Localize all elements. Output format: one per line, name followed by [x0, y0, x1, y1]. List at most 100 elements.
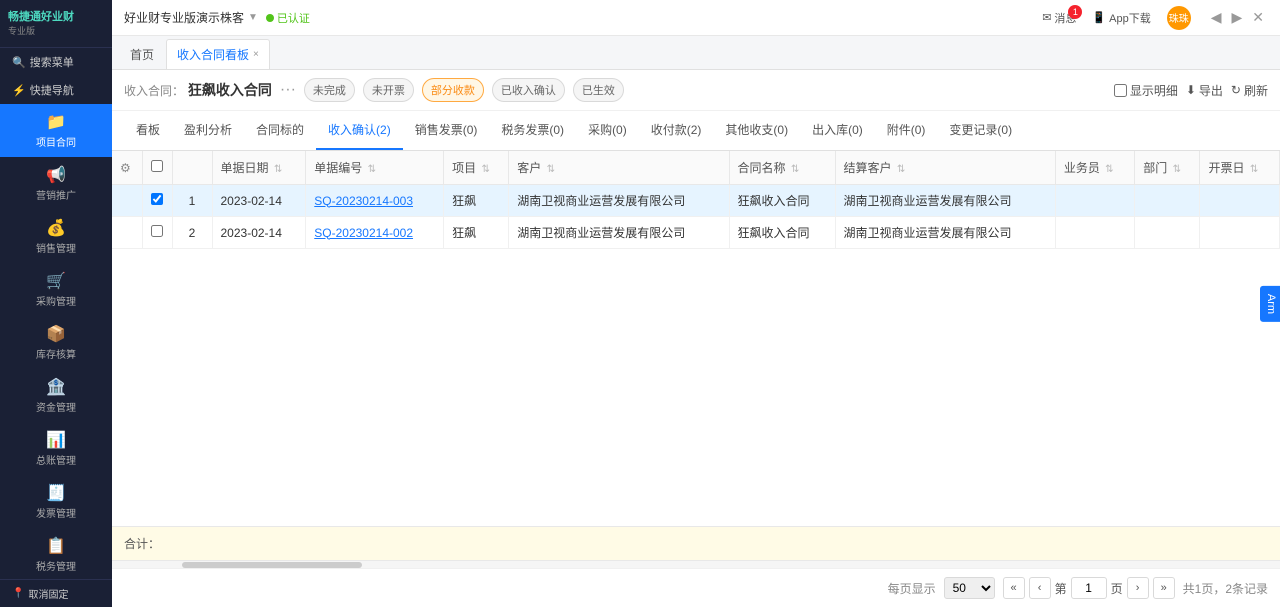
message-button[interactable]: ✉ 消息 1 — [1042, 10, 1076, 26]
sidebar-item-project[interactable]: 📁 项目合同 — [0, 104, 112, 157]
status-unopened[interactable]: 未开票 — [363, 78, 414, 102]
row2-billno[interactable]: SQ-20230214-002 — [306, 217, 444, 249]
sub-tab-dashboard-label: 看板 — [136, 123, 160, 137]
sidebar-item-marketing[interactable]: 📢 营销推广 — [0, 157, 112, 210]
sidebar-item-quicknav[interactable]: ⚡ 快捷导航 — [0, 76, 112, 104]
row1-checkbox-input[interactable] — [151, 193, 163, 205]
contract-header: 收入合同： 狂飙收入合同 ··· 未完成 未开票 部分收款 已收入确认 已生效 … — [112, 70, 1280, 111]
sub-tab-payment[interactable]: 收付款(2) — [639, 111, 714, 150]
sidebar-search-label: 搜索菜单 — [30, 54, 74, 70]
topbar-right: ✉ 消息 1 📱 App下载 珠珠 ◀ ▶ ✕ — [1042, 6, 1268, 30]
project-sort-icon[interactable]: ⇅ — [481, 164, 489, 175]
nav-next-arrow[interactable]: ▶ — [1227, 7, 1246, 28]
col-billno-header: 单据编号 ⇅ — [306, 151, 444, 185]
page-number-input[interactable] — [1071, 577, 1107, 599]
sidebar-item-search[interactable]: 🔍 搜索菜单 — [0, 48, 112, 76]
more-button[interactable]: ··· — [280, 81, 296, 99]
first-page-button[interactable]: « — [1003, 577, 1025, 599]
export-button[interactable]: ⬇ 导出 — [1186, 82, 1223, 99]
sidebar-item-sales[interactable]: 💰 销售管理 — [0, 210, 112, 263]
page-size-select[interactable]: 50 20 100 — [944, 577, 995, 599]
header-right-actions: 显示明细 ⬇ 导出 ↻ 刷新 — [1114, 82, 1268, 99]
table-settings-icon[interactable]: ⚙ — [120, 161, 131, 175]
status-partial[interactable]: 部分收款 — [422, 78, 484, 102]
per-page-label: 每页显示 — [888, 580, 936, 597]
last-page-button[interactable]: » — [1153, 577, 1175, 599]
salesperson-sort-icon[interactable]: ⇅ — [1105, 164, 1113, 175]
status-confirmed[interactable]: 已收入确认 — [492, 78, 565, 102]
sidebar-item-purchase[interactable]: 🛒 采购管理 — [0, 263, 112, 316]
tabs-bar: 首页 收入合同看板 × — [112, 36, 1280, 70]
sub-tab-standards[interactable]: 合同标的 — [244, 111, 316, 150]
table-container: ⚙ 单据日期 ⇅ 单据编号 ⇅ — [112, 151, 1280, 526]
sidebar-item-invoice[interactable]: 🧾 发票管理 — [0, 475, 112, 528]
marketing-icon: 📢 — [46, 165, 66, 185]
sidebar-tax-label: 税务管理 — [36, 558, 76, 573]
date-sort-icon[interactable]: ⇅ — [274, 164, 282, 175]
nav-prev-arrow[interactable]: ◀ — [1207, 7, 1226, 28]
opendate-sort-icon[interactable]: ⇅ — [1250, 164, 1258, 175]
select-all-checkbox[interactable] — [151, 160, 163, 172]
nav-arrows: ◀ ▶ ✕ — [1207, 7, 1268, 28]
user-avatar[interactable]: 珠珠 — [1167, 6, 1191, 30]
status-effective[interactable]: 已生效 — [573, 78, 624, 102]
detail-checkbox-input[interactable] — [1114, 84, 1127, 97]
settlement-sort-icon[interactable]: ⇅ — [897, 164, 905, 175]
close-window-button[interactable]: ✕ — [1248, 7, 1268, 28]
tab-income-contract[interactable]: 收入合同看板 × — [166, 39, 270, 69]
tab-close-button[interactable]: × — [253, 49, 259, 60]
app-download-button[interactable]: 📱 App下载 — [1092, 10, 1150, 26]
right-panel-button[interactable]: Arm — [1260, 285, 1280, 321]
sub-tab-attachment[interactable]: 附件(0) — [875, 111, 938, 150]
sub-tab-tax-invoice[interactable]: 税务发票(0) — [489, 111, 576, 150]
sidebar-purchase-label: 采购管理 — [36, 293, 76, 308]
table-row[interactable]: 1 2023-02-14 SQ-20230214-003 狂飙 湖南卫视商业运营 — [112, 185, 1280, 217]
sidebar-item-tax[interactable]: 📋 税务管理 — [0, 528, 112, 579]
row1-checkbox[interactable] — [142, 185, 172, 217]
dept-sort-icon[interactable]: ⇅ — [1173, 164, 1181, 175]
tab-home[interactable]: 首页 — [120, 40, 164, 69]
sub-tab-purchase-label: 采购(0) — [588, 123, 627, 137]
sub-tab-profit[interactable]: 盈利分析 — [172, 111, 244, 150]
row2-checkbox[interactable] — [142, 217, 172, 249]
sidebar-pin-toggle[interactable]: 📍 取消固定 — [0, 579, 112, 607]
sub-tab-purchase[interactable]: 采购(0) — [576, 111, 639, 150]
sub-tab-warehouse[interactable]: 出入库(0) — [800, 111, 875, 150]
col-settings-header: ⚙ — [112, 151, 142, 185]
next-page-button[interactable]: › — [1127, 577, 1149, 599]
prev-page-button[interactable]: ‹ — [1029, 577, 1051, 599]
row2-billno-link[interactable]: SQ-20230214-002 — [314, 226, 413, 240]
sub-tab-warehouse-label: 出入库(0) — [812, 123, 863, 137]
sidebar-item-inventory[interactable]: 📦 库存核算 — [0, 316, 112, 369]
contract-title: 收入合同： 狂飙收入合同 — [124, 80, 272, 100]
contract-sort-icon[interactable]: ⇅ — [791, 164, 799, 175]
sales-icon: 💰 — [46, 218, 66, 238]
company-selector[interactable]: 好业财专业版演示株客 ▼ — [124, 9, 258, 26]
refresh-button[interactable]: ↻ 刷新 — [1231, 82, 1268, 99]
billno-sort-icon[interactable]: ⇅ — [368, 164, 376, 175]
table-row[interactable]: 2 2023-02-14 SQ-20230214-002 狂飙 湖南卫视商业运营 — [112, 217, 1280, 249]
page-nav: « ‹ 第 页 › » — [1003, 577, 1175, 599]
download-icon: 📱 — [1092, 11, 1106, 24]
sidebar-item-fund[interactable]: 🏦 资金管理 — [0, 369, 112, 422]
col-date-header: 单据日期 ⇅ — [212, 151, 306, 185]
row1-billno[interactable]: SQ-20230214-003 — [306, 185, 444, 217]
sidebar-item-general[interactable]: 📊 总账管理 — [0, 422, 112, 475]
table-header: ⚙ 单据日期 ⇅ 单据编号 ⇅ — [112, 151, 1280, 185]
sub-tab-sales-invoice[interactable]: 销售发票(0) — [403, 111, 490, 150]
horizontal-scrollbar[interactable] — [112, 560, 1280, 568]
row1-billno-link[interactable]: SQ-20230214-003 — [314, 194, 413, 208]
table-body: 1 2023-02-14 SQ-20230214-003 狂飙 湖南卫视商业运营 — [112, 185, 1280, 249]
sub-tab-tax-invoice-label: 税务发票(0) — [501, 123, 564, 137]
col-customer-header: 客户 ⇅ — [509, 151, 729, 185]
show-detail-checkbox[interactable]: 显示明细 — [1114, 82, 1178, 99]
row2-checkbox-input[interactable] — [151, 225, 163, 237]
col-project-header: 项目 ⇅ — [444, 151, 509, 185]
sub-tab-change-log[interactable]: 变更记录(0) — [937, 111, 1024, 150]
customer-sort-icon[interactable]: ⇅ — [547, 164, 555, 175]
col-dept-label: 部门 — [1143, 161, 1167, 175]
status-incomplete[interactable]: 未完成 — [304, 78, 355, 102]
sub-tab-income-confirm[interactable]: 收入确认(2) — [316, 111, 403, 150]
sub-tab-other-income[interactable]: 其他收支(0) — [713, 111, 800, 150]
sub-tab-dashboard[interactable]: 看板 — [124, 111, 172, 150]
